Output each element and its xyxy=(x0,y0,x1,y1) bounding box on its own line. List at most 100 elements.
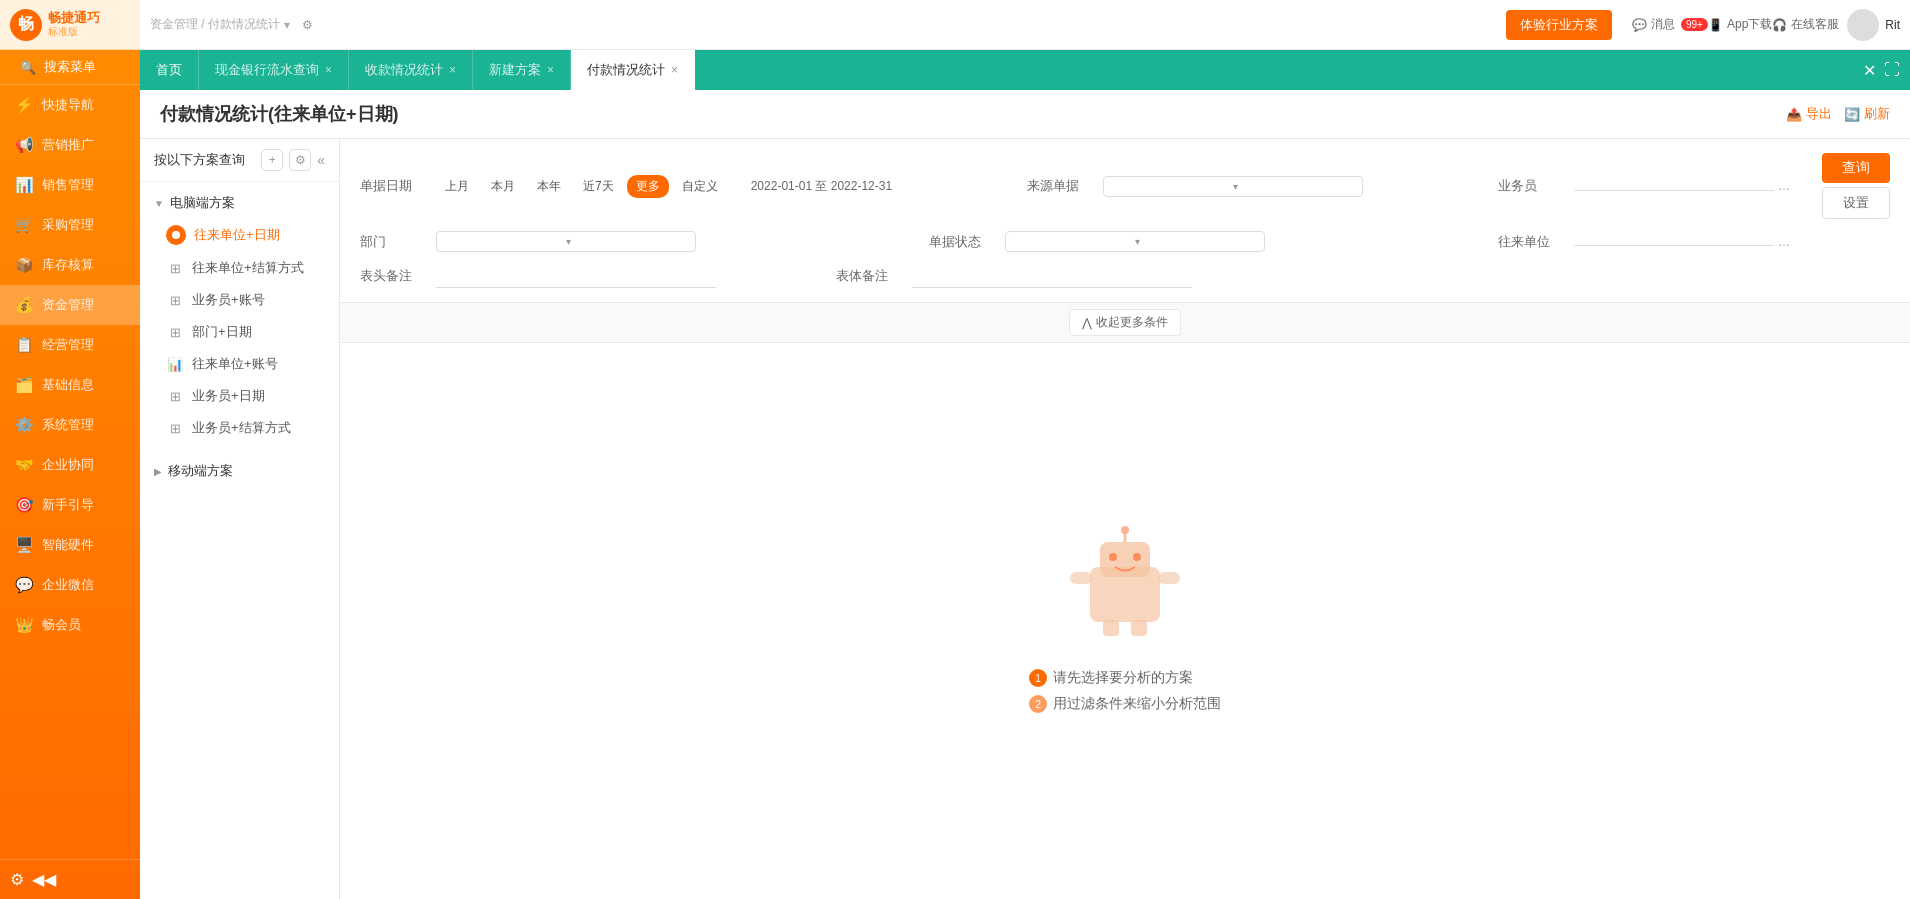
search-menu[interactable]: 🔍 搜索菜单 xyxy=(0,50,140,85)
svg-rect-5 xyxy=(1103,620,1119,636)
sidebar-item-member[interactable]: 👑 畅会员 xyxy=(0,605,140,645)
scheme-item-staff-date[interactable]: ⊞ 业务员+日期 xyxy=(140,380,339,412)
scheme-group-mobile-header[interactable]: ▶ 移动端方案 xyxy=(140,456,339,486)
table-icon: ⊞ xyxy=(166,291,184,309)
tab-close-all-icon[interactable]: ✕ xyxy=(1863,61,1876,80)
sidebar-item-newbie[interactable]: 🎯 新手引导 xyxy=(0,485,140,525)
sidebar-item-label: 快捷导航 xyxy=(42,96,94,114)
page-header: 付款情况统计(往来单位+日期) 📤 导出 🔄 刷新 xyxy=(140,90,1910,139)
table-header-input[interactable] xyxy=(436,264,716,288)
scheme-header: 按以下方案查询 + ⚙ « xyxy=(140,139,339,182)
counterpart-more-btn[interactable]: … xyxy=(1778,235,1790,249)
sidebar-item-label: 智能硬件 xyxy=(42,536,94,554)
status-label: 单据状态 xyxy=(929,233,985,251)
sidebar-item-marketing[interactable]: 📢 营销推广 xyxy=(0,125,140,165)
user-avatar[interactable] xyxy=(1847,9,1879,41)
status-select-arrow: ▾ xyxy=(1135,236,1254,247)
sidebar-item-enterprise[interactable]: 🤝 企业协同 xyxy=(0,445,140,485)
sidebar-item-basic-info[interactable]: 🗂️ 基础信息 xyxy=(0,365,140,405)
date-btn-this-month[interactable]: 本月 xyxy=(482,174,524,199)
sidebar-item-weixin[interactable]: 💬 企业微信 xyxy=(0,565,140,605)
sidebar-item-purchase[interactable]: 🛒 采购管理 xyxy=(0,205,140,245)
date-btn-group: 上月 本月 本年 近7天 更多 自定义 xyxy=(436,174,727,199)
svg-point-0 xyxy=(172,231,180,239)
export-label: 导出 xyxy=(1806,105,1832,123)
tab-new-scheme[interactable]: 新建方案 × xyxy=(473,50,571,90)
tab-payment-stats-label: 付款情况统计 xyxy=(587,61,665,79)
sidebar-settings-btn[interactable]: ⚙ xyxy=(10,870,24,889)
scheme-item-staff-account[interactable]: ⊞ 业务员+账号 xyxy=(140,284,339,316)
table-body-label: 表体备注 xyxy=(836,267,892,285)
scheme-group-mobile: ▶ 移动端方案 xyxy=(140,450,339,492)
counterpart-input[interactable] xyxy=(1574,237,1774,246)
tab-receipt-stats-close[interactable]: × xyxy=(449,63,456,77)
add-scheme-btn[interactable]: + xyxy=(261,149,283,171)
svg-rect-6 xyxy=(1131,620,1147,636)
date-btn-last-month[interactable]: 上月 xyxy=(436,174,478,199)
dept-select[interactable]: ▾ xyxy=(436,231,696,252)
table-icon: ⊞ xyxy=(166,419,184,437)
tab-payment-stats-close[interactable]: × xyxy=(671,63,678,77)
sidebar-item-sales[interactable]: 📊 销售管理 xyxy=(0,165,140,205)
messages-btn[interactable]: 💬 消息 99+ xyxy=(1632,16,1708,33)
scheme-item-staff-settle[interactable]: ⊞ 业务员+结算方式 xyxy=(140,412,339,444)
sidebar-item-quick-nav[interactable]: ⚡ 快捷导航 xyxy=(0,85,140,125)
date-btn-more[interactable]: 更多 xyxy=(627,175,669,198)
breadcrumb-dropdown-icon[interactable]: ▾ xyxy=(284,18,290,32)
date-btn-custom[interactable]: 自定义 xyxy=(673,174,727,199)
sidebar-collapse-btn[interactable]: ◀◀ xyxy=(32,870,56,889)
scheme-item-counterpart-account[interactable]: 📊 往来单位+账号 xyxy=(140,348,339,380)
date-btn-last-7-days[interactable]: 近7天 xyxy=(574,174,623,199)
scheme-item-label: 业务员+结算方式 xyxy=(192,419,291,437)
logo-text-area: 畅捷通巧 标准版 xyxy=(48,10,100,40)
export-btn[interactable]: 📤 导出 xyxy=(1786,105,1832,123)
collapse-conditions-btn[interactable]: ⋀ 收起更多条件 xyxy=(1069,309,1181,336)
experience-btn[interactable]: 体验行业方案 xyxy=(1506,10,1612,40)
scheme-item-counterpart-settle[interactable]: ⊞ 往来单位+结算方式 xyxy=(140,252,339,284)
sidebar-item-operation[interactable]: 📋 经营管理 xyxy=(0,325,140,365)
scheme-group-desktop-header[interactable]: ▼ 电脑端方案 xyxy=(140,188,339,218)
sidebar-item-inventory[interactable]: 📦 库存核算 xyxy=(0,245,140,285)
scheme-group-desktop: ▼ 电脑端方案 往来单位+日期 ⊞ 往来单位+结算方式 xyxy=(140,182,339,450)
topbar-settings-icon[interactable]: ⚙ xyxy=(302,18,313,32)
capital-icon: 💰 xyxy=(14,295,34,315)
online-service-btn[interactable]: 🎧 在线客服 xyxy=(1772,16,1839,33)
setting-btn[interactable]: 设置 xyxy=(1822,187,1890,219)
source-label: 来源单据 xyxy=(1027,177,1083,195)
scheme-group-arrow: ▼ xyxy=(154,198,164,209)
tab-home[interactable]: 首页 xyxy=(140,50,199,90)
app-download-btn[interactable]: 📱 App下载 xyxy=(1708,16,1772,33)
status-select[interactable]: ▾ xyxy=(1005,231,1265,252)
app-sub-name: 标准版 xyxy=(48,25,100,39)
sidebar-item-label: 营销推广 xyxy=(42,136,94,154)
query-btn[interactable]: 查询 xyxy=(1822,153,1890,183)
messages-icon: 💬 xyxy=(1632,18,1647,32)
date-btn-this-year[interactable]: 本年 xyxy=(528,174,570,199)
step2-text: 用过滤条件来缩小分析范围 xyxy=(1053,695,1221,713)
tab-payment-stats[interactable]: 付款情况统计 × xyxy=(571,50,695,90)
sidebar-item-smart-hw[interactable]: 🖥️ 智能硬件 xyxy=(0,525,140,565)
sidebar-item-system[interactable]: ⚙️ 系统管理 xyxy=(0,405,140,445)
sidebar-item-label: 基础信息 xyxy=(42,376,94,394)
tab-new-scheme-close[interactable]: × xyxy=(547,63,554,77)
source-select[interactable]: ▾ xyxy=(1103,176,1363,197)
svg-rect-2 xyxy=(1100,542,1150,577)
staff-input[interactable] xyxy=(1574,182,1774,191)
scheme-collapse-btn[interactable]: « xyxy=(317,152,325,168)
purchase-icon: 🛒 xyxy=(14,215,34,235)
empty-state: 1 请先选择要分析的方案 2 用过滤条件来缩小分析范围 xyxy=(340,343,1910,899)
scheme-item-dept-date[interactable]: ⊞ 部门+日期 xyxy=(140,316,339,348)
tab-bank-flow-close[interactable]: × xyxy=(325,63,332,77)
messages-label: 消息 xyxy=(1651,16,1675,33)
tab-receipt-stats[interactable]: 收款情况统计 × xyxy=(349,50,473,90)
weixin-icon: 💬 xyxy=(14,575,34,595)
staff-more-btn[interactable]: … xyxy=(1778,179,1790,193)
tab-expand-icon[interactable]: ⛶ xyxy=(1884,61,1900,79)
refresh-btn[interactable]: 🔄 刷新 xyxy=(1844,105,1890,123)
table-header-label: 表头备注 xyxy=(360,267,416,285)
tab-bank-flow[interactable]: 现金银行流水查询 × xyxy=(199,50,349,90)
sidebar-item-capital[interactable]: 💰 资金管理 xyxy=(0,285,140,325)
scheme-item-counterpart-date[interactable]: 往来单位+日期 xyxy=(140,218,339,252)
table-body-input[interactable] xyxy=(912,264,1192,288)
scheme-settings-btn[interactable]: ⚙ xyxy=(289,149,311,171)
